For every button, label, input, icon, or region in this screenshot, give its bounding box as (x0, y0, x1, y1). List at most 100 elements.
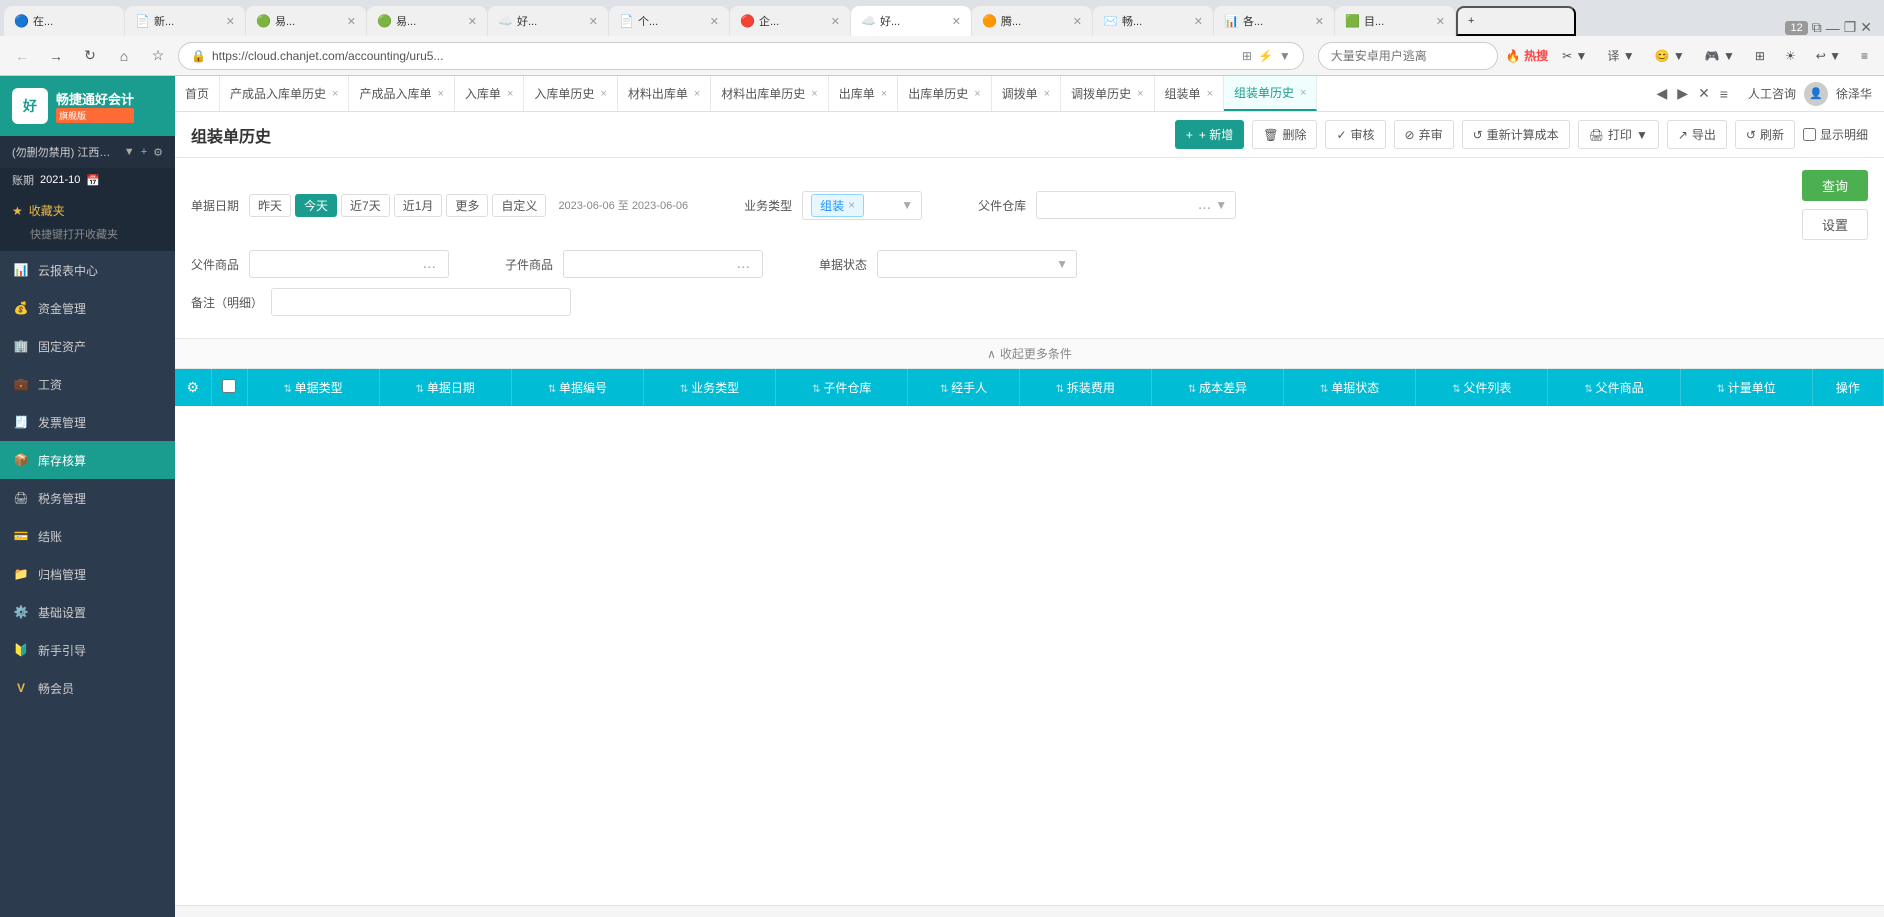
grid-tool[interactable]: ⊞ (1747, 42, 1773, 70)
tab-material-out[interactable]: 材料出库单 × (618, 76, 711, 111)
child-item-input[interactable]: ... (563, 250, 763, 278)
tab-close-material-out-history[interactable]: × (811, 88, 817, 100)
date-btn-yesterday[interactable]: 昨天 (249, 194, 291, 217)
sidebar-item-guide[interactable]: 🔰 新手引导 (0, 631, 175, 669)
back-button[interactable]: ← (8, 42, 36, 70)
sidebar-item-settlement[interactable]: 💳 结账 (0, 517, 175, 555)
browser-tab-5[interactable]: ☁️ 好... ✕ (488, 6, 608, 36)
tab-home[interactable]: 首页 (175, 76, 220, 111)
query-button[interactable]: 查询 (1802, 170, 1868, 201)
th-disassemble-fee[interactable]: ⇅ 拆装费用 (1019, 369, 1151, 406)
browser-tab-8[interactable]: ☁️ 好... ✕ (851, 6, 971, 36)
tab-close-8[interactable]: ✕ (952, 15, 961, 28)
browser-tab-10[interactable]: ✉️ 畅... ✕ (1093, 6, 1213, 36)
th-bill-date[interactable]: ⇅ 单据日期 (379, 369, 511, 406)
browser-tab-7[interactable]: 🔴 企... ✕ (730, 6, 850, 36)
nav-prev-button[interactable]: ◀ (1653, 83, 1672, 104)
bottom-scroll[interactable] (175, 905, 1884, 917)
tab-stock-in[interactable]: 入库单 × (455, 76, 524, 111)
th-bill-type[interactable]: ⇅ 单据类型 (247, 369, 379, 406)
new-tab-button[interactable]: + (1456, 6, 1576, 36)
sidebar-item-fund[interactable]: 💰 资金管理 (0, 289, 175, 327)
tab-close-10[interactable]: ✕ (1194, 15, 1203, 28)
favorites-shortcut[interactable]: 快捷键打开收藏夹 (12, 223, 163, 245)
export-button[interactable]: ↗ 导出 (1667, 120, 1727, 149)
tab-close-12[interactable]: ✕ (1436, 15, 1445, 28)
browser-tab-11[interactable]: 📊 各... ✕ (1214, 6, 1334, 36)
emoji-tool[interactable]: 😊 ▼ (1647, 42, 1693, 70)
tab-stock-in-history[interactable]: 入库单历史 × (524, 76, 617, 111)
table-settings-header[interactable]: ⚙ (175, 369, 211, 406)
show-detail-checkbox[interactable] (1803, 128, 1816, 141)
user-service-label[interactable]: 人工咨询 (1748, 85, 1796, 102)
settings-icon[interactable]: ⚙ (153, 146, 163, 159)
company-dropdown[interactable]: ▼ (124, 146, 135, 158)
browser-tab-1[interactable]: 🔵 在... (4, 6, 124, 36)
th-cost-diff[interactable]: ⇅ 成本差异 (1151, 369, 1283, 406)
add-company-icon[interactable]: + (141, 146, 147, 158)
show-detail-label[interactable]: 显示明细 (1803, 126, 1868, 143)
th-unit[interactable]: ⇅ 计量单位 (1680, 369, 1812, 406)
th-biz-type[interactable]: ⇅ 业务类型 (644, 369, 776, 406)
th-parent-list[interactable]: ⇅ 父件列表 (1416, 369, 1548, 406)
biz-type-tag-close[interactable]: × (848, 198, 855, 212)
tab-close-assembly-history[interactable]: × (1300, 87, 1306, 99)
date-btn-7days[interactable]: 近7天 (341, 194, 390, 217)
sidebar-item-salary[interactable]: 💼 工资 (0, 365, 175, 403)
company-selector[interactable]: (勿删勿禁用) 江西服宝测试专用 ▼ + ⚙ (0, 136, 175, 168)
tab-close-assembly[interactable]: × (1207, 88, 1213, 100)
qr-icon[interactable]: ⊞ (1242, 49, 1252, 63)
minimize-icon[interactable]: — (1826, 20, 1840, 36)
reload-button[interactable]: ↻ (76, 42, 104, 70)
tab-stock-out[interactable]: 出库单 × (829, 76, 898, 111)
tab-stock-out-history[interactable]: 出库单历史 × (898, 76, 991, 111)
tab-close-6[interactable]: ✕ (710, 15, 719, 28)
parent-warehouse-more[interactable]: ... (1194, 196, 1215, 214)
tab-close-finished-in[interactable]: × (437, 88, 443, 100)
select-all-checkbox[interactable] (222, 379, 236, 393)
browser-tab-3[interactable]: 🟢 易... ✕ (246, 6, 366, 36)
tab-close-stock-out[interactable]: × (881, 88, 887, 100)
browser-tab-2[interactable]: 📄 新... ✕ (125, 6, 245, 36)
bill-status-input[interactable]: ▼ (877, 250, 1077, 278)
search-input[interactable] (1318, 42, 1498, 70)
sidebar-item-cloud-report[interactable]: 📊 云报表中心 (0, 251, 175, 289)
tab-close-11[interactable]: ✕ (1315, 15, 1324, 28)
add-button[interactable]: + + 新增 (1175, 120, 1244, 149)
parent-warehouse-dropdown[interactable]: ▼ (1215, 198, 1227, 212)
th-child-warehouse[interactable]: ⇅ 子件仓库 (776, 369, 908, 406)
tab-close-material-out[interactable]: × (694, 88, 700, 100)
date-btn-1month[interactable]: 近1月 (394, 194, 443, 217)
nav-close-button[interactable]: ✕ (1694, 83, 1714, 104)
tab-transfer-history[interactable]: 调拨单历史 × (1061, 76, 1154, 111)
nav-next-button[interactable]: ▶ (1673, 83, 1692, 104)
restore-icon[interactable]: ❐ (1844, 19, 1857, 36)
th-handler[interactable]: ⇅ 经手人 (908, 369, 1019, 406)
bill-status-dropdown[interactable]: ▼ (1056, 257, 1068, 271)
close-window-icon[interactable]: ✕ (1860, 19, 1872, 36)
tab-close-stock-out-history[interactable]: × (974, 88, 980, 100)
table-settings-icon[interactable]: ⚙ (186, 379, 199, 395)
tab-close-finished-in-history[interactable]: × (332, 88, 338, 100)
undo-tool[interactable]: ↩ ▼ (1808, 42, 1849, 70)
remark-input[interactable] (271, 288, 571, 316)
date-btn-today[interactable]: 今天 (295, 194, 337, 217)
sidebar-item-basic-settings[interactable]: ⚙️ 基础设置 (0, 593, 175, 631)
recalc-button[interactable]: ↺ 重新计算成本 (1462, 120, 1570, 149)
address-dropdown[interactable]: ▼ (1279, 49, 1291, 63)
refresh-button[interactable]: ↺ 刷新 (1735, 120, 1795, 149)
tab-transfer[interactable]: 调拨单 × (992, 76, 1061, 111)
parent-item-more[interactable]: ... (419, 255, 440, 273)
date-btn-more[interactable]: 更多 (446, 194, 488, 217)
browser-tab-6[interactable]: 📄 个... ✕ (609, 6, 729, 36)
forward-button[interactable]: → (42, 42, 70, 70)
browser-tab-9[interactable]: 🟠 腾... ✕ (972, 6, 1092, 36)
table-checkbox-header[interactable] (211, 369, 247, 406)
tab-close-9[interactable]: ✕ (1073, 15, 1082, 28)
print-button[interactable]: 🖨 打印 ▼ (1578, 120, 1659, 149)
sidebar-item-fixed-assets[interactable]: 🏢 固定资产 (0, 327, 175, 365)
sidebar-item-inventory[interactable]: 📦 库存核算 (0, 441, 175, 479)
sidebar-item-invoice[interactable]: 🧾 发票管理 (0, 403, 175, 441)
approve-button[interactable]: ✓ 审核 (1325, 120, 1385, 149)
tab-assembly-history[interactable]: 组装单历史 × (1224, 76, 1317, 111)
